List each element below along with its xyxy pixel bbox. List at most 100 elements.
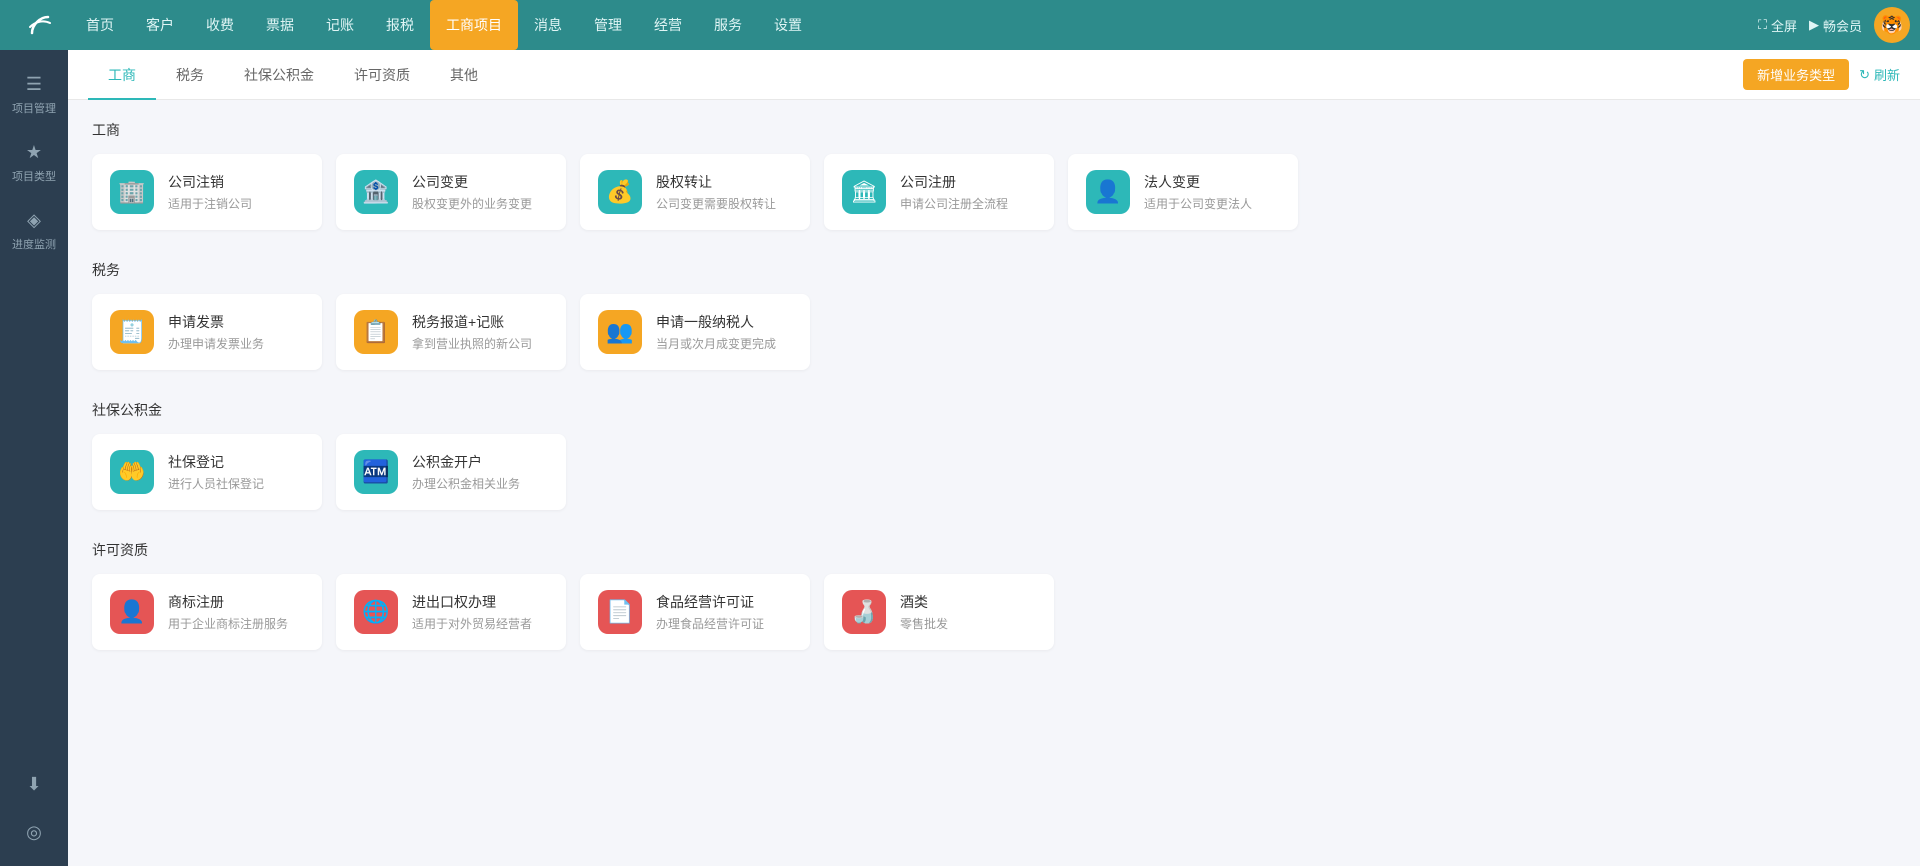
refresh-button[interactable]: ↻ 刷新 [1859,65,1900,84]
card-text: 法人变更 适用于公司变更法人 [1144,172,1252,212]
nav-item-报税[interactable]: 报税 [370,0,430,50]
service-card-法人变更[interactable]: 👤 法人变更 适用于公司变更法人 [1068,154,1298,230]
service-card-公积金开户[interactable]: 🏧 公积金开户 办理公积金相关业务 [336,434,566,510]
refresh-icon: ↻ [1859,67,1870,83]
section-title-税务: 税务 [92,260,1896,280]
sidebar-icon: ◈ [22,208,46,232]
card-desc: 适用于公司变更法人 [1144,195,1252,212]
tab-actions: 新增业务类型 ↻ 刷新 [1743,59,1900,90]
service-card-申请发票[interactable]: 🧾 申请发票 办理申请发票业务 [92,294,322,370]
sidebar-bottom-item[interactable]: ◎ [0,808,68,856]
card-text: 公司变更 股权变更外的业务变更 [412,172,532,212]
card-text: 公司注销 适用于注销公司 [168,172,252,212]
nav-item-票据[interactable]: 票据 [250,0,310,50]
card-name: 申请一般纳税人 [656,312,776,332]
content-area: 工商税务社保公积金许可资质其他 新增业务类型 ↻ 刷新 工商 🏢 公司注销 适用… [68,50,1920,866]
card-desc: 适用于对外贸易经营者 [412,615,532,632]
nav-item-管理[interactable]: 管理 [578,0,638,50]
card-icon: 👤 [110,590,154,634]
top-nav: 首页客户收费票据记账报税工商项目消息管理经营服务设置 ⛶ 全屏 ▶ 畅会员 🐯 [0,0,1920,50]
card-desc: 进行人员社保登记 [168,475,264,492]
card-desc: 申请公司注册全流程 [900,195,1008,212]
service-card-商标注册[interactable]: 👤 商标注册 用于企业商标注册服务 [92,574,322,650]
card-icon: 💰 [598,170,642,214]
card-icon: 🧾 [110,310,154,354]
tab-其他[interactable]: 其他 [430,50,498,100]
card-desc: 办理申请发票业务 [168,335,264,352]
card-name: 法人变更 [1144,172,1252,192]
card-text: 商标注册 用于企业商标注册服务 [168,592,288,632]
card-icon: 🏦 [354,170,398,214]
service-card-公司注销[interactable]: 🏢 公司注销 适用于注销公司 [92,154,322,230]
sidebar-bottom-item[interactable]: ⬇ [0,760,68,808]
cards-grid-税务: 🧾 申请发票 办理申请发票业务 📋 税务报道+记账 拿到营业执照的新公司 👥 申… [92,294,1896,370]
nav-items: 首页客户收费票据记账报税工商项目消息管理经营服务设置 [70,0,1758,50]
card-text: 申请一般纳税人 当月或次月成变更完成 [656,312,776,352]
scroll-content[interactable]: 工商 🏢 公司注销 适用于注销公司 🏦 公司变更 股权变更外的业务变更 💰 股权… [68,100,1920,866]
card-name: 进出口权办理 [412,592,532,612]
card-desc: 拿到营业执照的新公司 [412,335,532,352]
nav-item-消息[interactable]: 消息 [518,0,578,50]
service-card-公司变更[interactable]: 🏦 公司变更 股权变更外的业务变更 [336,154,566,230]
card-icon: 📋 [354,310,398,354]
card-name: 股权转让 [656,172,776,192]
card-desc: 当月或次月成变更完成 [656,335,776,352]
tab-社保公积金[interactable]: 社保公积金 [224,50,334,100]
nav-item-首页[interactable]: 首页 [70,0,130,50]
fullscreen-btn[interactable]: ⛶ 全屏 [1758,16,1797,35]
service-card-食品经营许可证[interactable]: 📄 食品经营许可证 办理食品经营许可证 [580,574,810,650]
card-name: 食品经营许可证 [656,592,764,612]
tab-工商[interactable]: 工商 [88,50,156,100]
tab-税务[interactable]: 税务 [156,50,224,100]
mascot-avatar: 🐯 [1874,7,1910,43]
card-desc: 办理公积金相关业务 [412,475,520,492]
nav-item-客户[interactable]: 客户 [130,0,190,50]
cards-grid-工商: 🏢 公司注销 适用于注销公司 🏦 公司变更 股权变更外的业务变更 💰 股权转让 … [92,154,1896,230]
nav-item-记账[interactable]: 记账 [310,0,370,50]
card-icon: 🍶 [842,590,886,634]
sidebar-item-进度监测[interactable]: ◈ 进度监测 [0,196,68,264]
service-card-社保登记[interactable]: 🤲 社保登记 进行人员社保登记 [92,434,322,510]
fullscreen-icon: ⛶ [1758,17,1767,33]
cards-grid-许可资质: 👤 商标注册 用于企业商标注册服务 🌐 进出口权办理 适用于对外贸易经营者 📄 … [92,574,1896,650]
logo [10,9,70,41]
card-text: 公积金开户 办理公积金相关业务 [412,452,520,492]
tab-许可资质[interactable]: 许可资质 [334,50,430,100]
nav-item-服务[interactable]: 服务 [698,0,758,50]
card-text: 进出口权办理 适用于对外贸易经营者 [412,592,532,632]
service-card-公司注册[interactable]: 🏛 公司注册 申请公司注册全流程 [824,154,1054,230]
tab-bar: 工商税务社保公积金许可资质其他 新增业务类型 ↻ 刷新 [68,50,1920,100]
card-text: 税务报道+记账 拿到营业执照的新公司 [412,312,532,352]
card-icon: 🏧 [354,450,398,494]
card-icon: 📄 [598,590,642,634]
card-icon: 👥 [598,310,642,354]
card-text: 酒类 零售批发 [900,592,948,632]
card-desc: 公司变更需要股权转让 [656,195,776,212]
card-name: 税务报道+记账 [412,312,532,332]
service-card-税务报道+记账[interactable]: 📋 税务报道+记账 拿到营业执照的新公司 [336,294,566,370]
service-card-酒类[interactable]: 🍶 酒类 零售批发 [824,574,1054,650]
card-name: 公司注销 [168,172,252,192]
card-name: 申请发票 [168,312,264,332]
service-card-申请一般纳税人[interactable]: 👥 申请一般纳税人 当月或次月成变更完成 [580,294,810,370]
card-name: 社保登记 [168,452,264,472]
sidebar-item-项目类型[interactable]: ★项目类型 [0,128,68,196]
card-name: 商标注册 [168,592,288,612]
card-icon: 🤲 [110,450,154,494]
new-type-button[interactable]: 新增业务类型 [1743,59,1849,90]
card-desc: 用于企业商标注册服务 [168,615,288,632]
sidebar-label: 进度监测 [12,236,56,252]
fullscreen-label: 全屏 [1771,16,1797,35]
section-title-许可资质: 许可资质 [92,540,1896,560]
sidebar-item-项目管理[interactable]: ☰项目管理 [0,60,68,128]
nav-item-收费[interactable]: 收费 [190,0,250,50]
member-btn[interactable]: ▶ 畅会员 [1809,16,1862,35]
nav-item-工商项目[interactable]: 工商项目 [430,0,518,50]
sidebar-label: 项目类型 [12,168,56,184]
nav-item-设置[interactable]: 设置 [758,0,818,50]
nav-item-经营[interactable]: 经营 [638,0,698,50]
sidebar-label: 项目管理 [12,100,56,116]
service-card-进出口权办理[interactable]: 🌐 进出口权办理 适用于对外贸易经营者 [336,574,566,650]
service-card-股权转让[interactable]: 💰 股权转让 公司变更需要股权转让 [580,154,810,230]
card-desc: 股权变更外的业务变更 [412,195,532,212]
